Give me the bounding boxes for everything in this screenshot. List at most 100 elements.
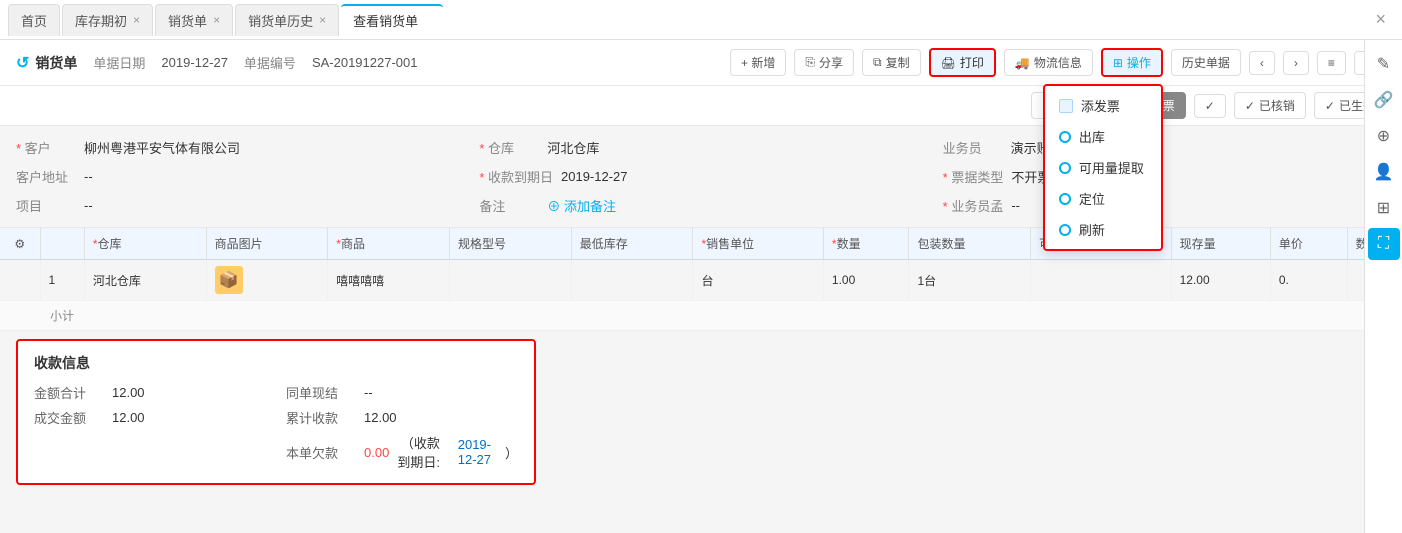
view-list-button[interactable]: ≡ [1317,51,1346,75]
product-table-wrapper: ⚙ *仓库 商品图片 *商品 规格型号 最低库存 *销售单位 *数量 包装数量 … [0,227,1402,331]
sidebar-edit-icon[interactable]: ✎ [1368,48,1400,80]
locate-item[interactable]: 定位 [1045,183,1161,214]
sidebar-user-icon[interactable]: 👤 [1368,156,1400,188]
form-section: 客户 柳州粤港平安气体有限公司 仓库 河北仓库 业务员 演示账号 客户地址 --… [0,126,1402,227]
tab-close-sales-history[interactable]: × [319,13,326,27]
col-spec: 规格型号 [450,228,572,260]
tab-bar: 首页 库存期初 × 销货单 × 销货单历史 × 查看销货单 × × [0,0,1402,40]
document-meta: 单据日期 2019-12-27 单据编号 SA-20191227-001 [93,53,417,72]
cumulative-value: 12.00 [364,410,397,425]
row-settings[interactable] [0,260,40,301]
due-date-label: 收款到期日 [479,167,553,186]
sidebar-circle-plus-icon[interactable]: ⊕ [1368,120,1400,152]
document-actions: + 新增 ⎘ 分享 ⧉ 复制 🖨 打印 🚚 物流信息 [730,48,1386,77]
same-settlement-value: -- [364,385,373,400]
col-warehouse: *仓库 [84,228,206,260]
balance-row: 本单欠款 0.00 （收款到期日: 2019-12-27 ） [286,433,518,471]
tab-close-sales[interactable]: × [213,13,220,27]
ticket-type-row: 票据类型 不开票 [943,167,1386,186]
col-pack-qty: 包装数量 [909,228,1031,260]
circle-icon-2 [1059,162,1071,174]
col-min-stock: 最低库存 [571,228,693,260]
add-note-button[interactable]: ⊕ 添加备注 [547,196,616,215]
customer-value: 柳州粤港平安气体有限公司 [84,138,240,157]
row-min-stock [571,260,693,301]
row-sales-unit: 台 [693,260,823,301]
row-product-img: 📦 [206,260,328,301]
transaction-row: 成交金额 12.00 [34,408,266,427]
new-button[interactable]: + 新增 [730,49,786,76]
circle-icon-3 [1059,193,1071,205]
note-label: 备注 [479,196,539,215]
refresh-item[interactable]: 刷新 [1045,214,1161,245]
tab-close-inventory[interactable]: × [133,13,140,27]
sub-action-bar: 📱 来自手机 未开票 ✓ ✓ 已核销 ✓ 已生效 [0,86,1402,126]
add-invoice-item[interactable]: 添发票 [1045,90,1161,121]
due-date-row: 收款到期日 2019-12-27 [479,167,922,186]
balance-label: 本单欠款 [286,443,356,462]
print-icon: 🖨 [941,56,956,70]
row-seq: 1 [40,260,84,301]
address-label: 客户地址 [16,167,76,186]
tab-sales[interactable]: 销货单 × [155,4,233,36]
confirm-button[interactable]: ✓ [1194,94,1226,118]
cumulative-label: 累计收款 [286,408,356,427]
row-available [1031,260,1171,301]
project-row: 项目 -- [16,196,459,215]
transaction-label: 成交金额 [34,408,104,427]
circle-icon-4 [1059,224,1071,236]
balance-note-close: ） [505,443,518,462]
circle-icon [1059,131,1071,143]
grid-icon: ⊞ [1113,56,1123,70]
total-label: 金额合计 [34,383,104,402]
available-qty-item[interactable]: 可用量提取 [1045,152,1161,183]
sidebar-grid-icon[interactable]: ⊞ [1368,192,1400,224]
project-label: 项目 [16,196,76,215]
copy-icon: ⧉ [873,55,882,70]
check-icon: ✓ [1245,99,1255,113]
operations-dropdown: ⊞ 操作 添发票 出库 可用 [1101,48,1163,77]
cancelled-button[interactable]: ✓ 已核销 [1234,92,1306,119]
tab-close-view-sales[interactable]: × [424,14,431,28]
tab-inventory[interactable]: 库存期初 × [62,4,153,36]
salesperson-row: 业务员孟 -- [943,196,1386,215]
tab-view-sales[interactable]: 查看销货单 × [341,4,443,36]
col-sales-unit: *销售单位 [693,228,823,260]
outbound-item[interactable]: 出库 [1045,121,1161,152]
logistics-button[interactable]: 🚚 物流信息 [1004,49,1093,76]
nav-prev-button[interactable]: ‹ [1249,51,1275,75]
truck-icon: 🚚 [1015,56,1030,70]
share-button[interactable]: ⎘ 分享 [794,49,854,76]
payment-grid: 金额合计 12.00 同单现结 -- 成交金额 12.00 累计收款 12.00 [34,383,518,471]
col-qty: *数量 [823,228,909,260]
operations-button[interactable]: ⊞ 操作 [1101,48,1163,77]
document-title: ↺ 销货单 [16,53,77,73]
nav-next-button[interactable]: › [1283,51,1309,75]
note-row: 备注 ⊕ 添加备注 [479,196,922,215]
copy-button[interactable]: ⧉ 复制 [862,49,921,76]
col-settings[interactable]: ⚙ [0,228,40,260]
customer-label: 客户 [16,138,76,157]
table-row: 1 河北仓库 📦 嘻嘻嘻嘻 台 1.00 1台 12.00 0. [0,260,1402,301]
same-settlement-row: 同单现结 -- [286,383,518,402]
customer-row: 客户 柳州粤港平安气体有限公司 [16,138,459,157]
payment-section: 收款信息 金额合计 12.00 同单现结 -- 成交金额 12.00 累计收款 … [16,339,536,485]
sidebar-link-icon[interactable]: 🔗 [1368,84,1400,116]
tab-sales-history[interactable]: 销货单历史 × [235,4,339,36]
address-row: 客户地址 -- [16,167,459,186]
window-close-button[interactable]: × [1367,5,1394,34]
warehouse-label: 仓库 [479,138,539,157]
document-header: ↺ 销货单 单据日期 2019-12-27 单据编号 SA-20191227-0… [0,40,1402,86]
salesperson-label: 业务员孟 [943,196,1004,215]
col-seq [40,228,84,260]
balance-value: 0.00 [364,445,389,460]
row-current-stock: 12.00 [1171,260,1270,301]
tab-home[interactable]: 首页 [8,4,60,36]
project-value: -- [84,198,93,213]
sidebar-expand-icon[interactable]: ⛶ [1368,228,1400,260]
total-value: 12.00 [112,385,145,400]
col-unit-price: 单价 [1270,228,1347,260]
print-button[interactable]: 🖨 打印 [929,48,996,77]
history-button[interactable]: 历史单据 [1171,49,1241,76]
row-product: 嘻嘻嘻嘻 [328,260,450,301]
